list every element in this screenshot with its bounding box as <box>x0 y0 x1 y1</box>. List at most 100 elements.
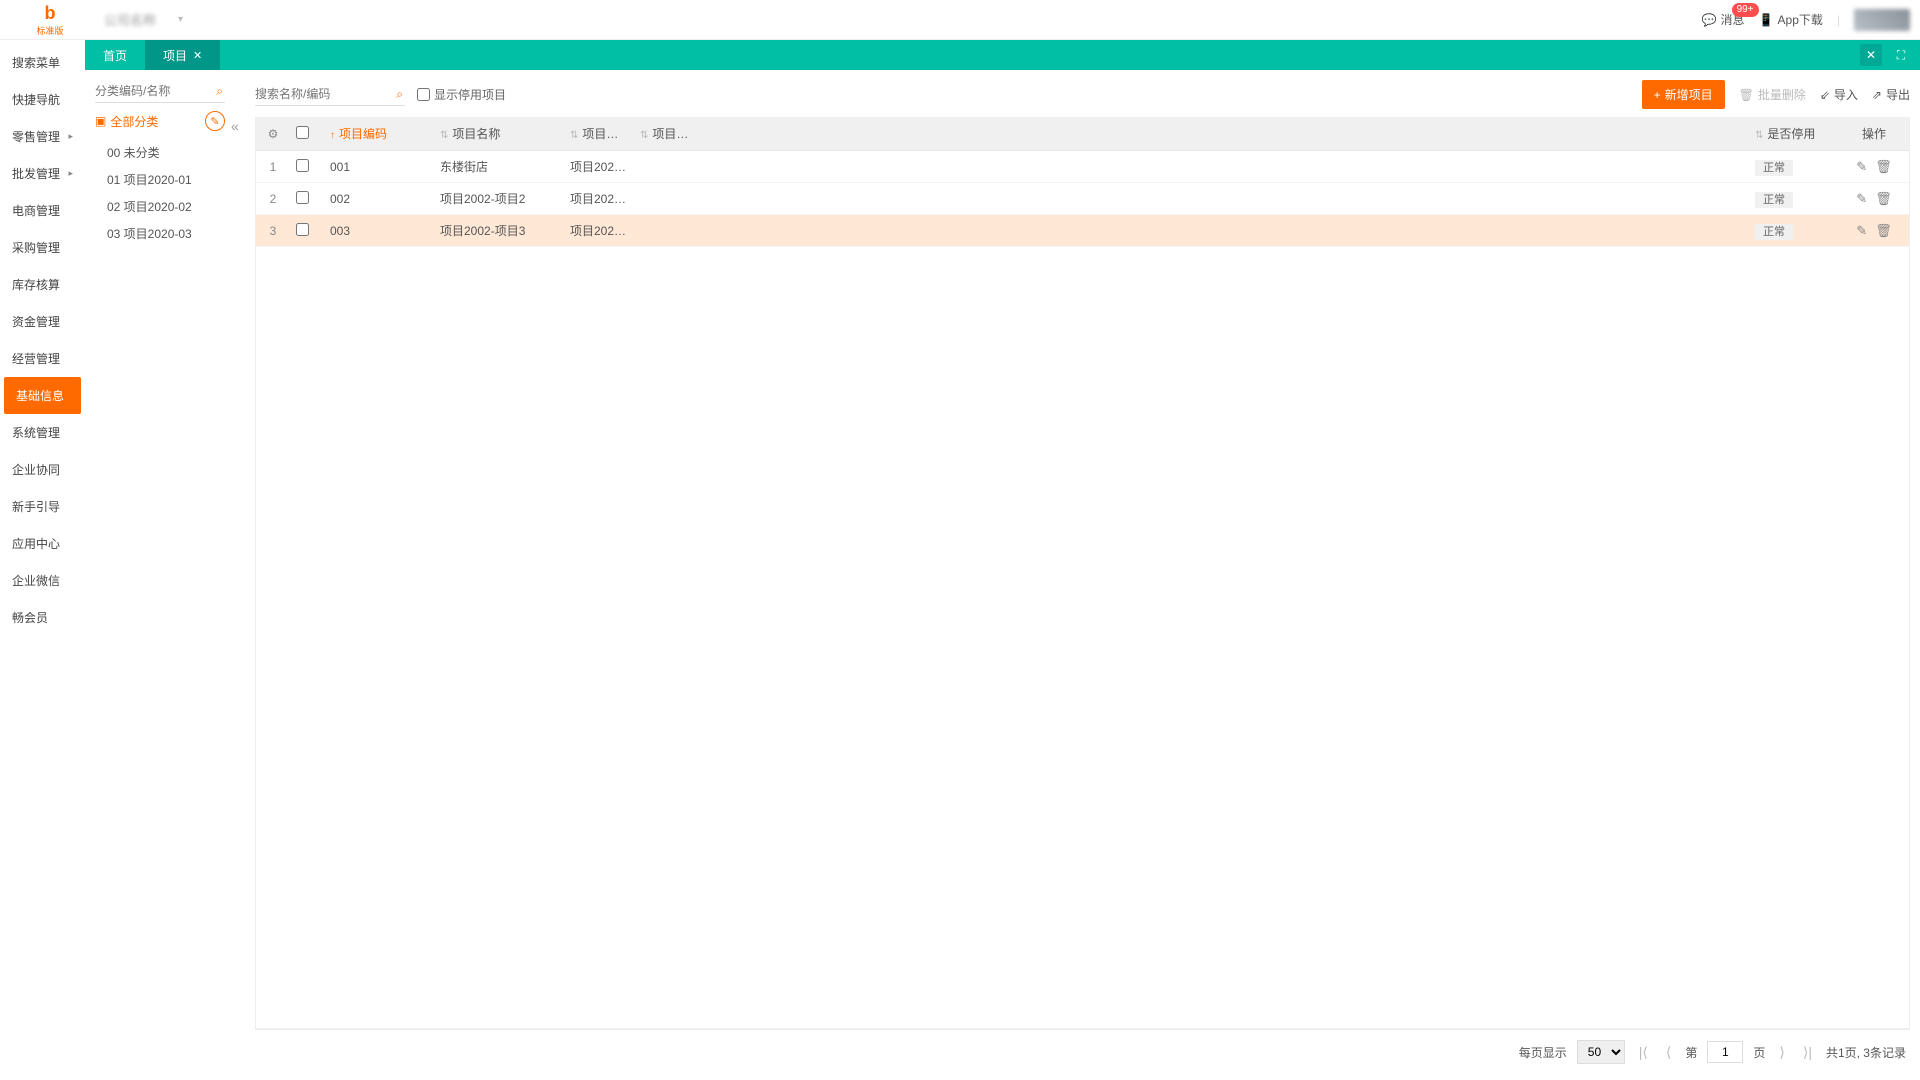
row-select[interactable] <box>290 215 324 247</box>
column-select-all[interactable] <box>290 117 324 151</box>
next-page-button[interactable]: ⟩ <box>1775 1044 1788 1061</box>
table-search-input[interactable] <box>255 83 405 106</box>
export-button[interactable]: ⇗ 导出 <box>1872 86 1910 103</box>
cell-4 <box>634 215 704 247</box>
cell-4 <box>634 183 704 215</box>
show-disabled-checkbox[interactable]: 显示停用项目 <box>417 86 506 103</box>
show-disabled-label: 显示停用项目 <box>434 86 506 103</box>
sidebar-item[interactable]: 基础信息 <box>4 377 81 414</box>
select-all-checkbox[interactable] <box>296 126 309 139</box>
edit-icon[interactable]: ✎ <box>1856 191 1867 206</box>
toolbar-right: + 新增项目 🗑 批量删除 ⇙ 导入 ⇗ 导出 <box>1642 80 1910 109</box>
collapse-tree-button[interactable]: « <box>231 118 245 132</box>
tree-edit-button[interactable]: ✎ <box>205 111 225 131</box>
show-disabled-input[interactable] <box>417 88 430 101</box>
delete-icon[interactable]: 🗑 <box>1875 159 1892 174</box>
sidebar-item[interactable]: 资金管理 <box>0 303 85 340</box>
row-checkbox[interactable] <box>296 191 309 204</box>
sidebar-item-label: 快捷导航 <box>12 91 60 108</box>
tab-home-label: 首页 <box>103 47 127 64</box>
sidebar-item-label: 零售管理 <box>12 128 60 145</box>
sidebar-item-label: 系统管理 <box>12 424 60 441</box>
column-code[interactable]: 项目编码 <box>324 117 434 151</box>
cell-4 <box>634 151 704 183</box>
row-select[interactable] <box>290 151 324 183</box>
sidebar-item[interactable]: 电商管理 <box>0 192 85 229</box>
tree-item[interactable]: 03 项目2020-03 <box>95 220 225 247</box>
sidebar-item[interactable]: 经营管理 <box>0 340 85 377</box>
table-wrap: ⚙ 项目编码 项目名称 项目… 项目… 是否停用 操作 10 <box>255 117 1910 1029</box>
chevron-down-icon[interactable]: ▾ <box>178 14 183 25</box>
row-checkbox[interactable] <box>296 223 309 236</box>
row-select[interactable] <box>290 183 324 215</box>
edit-icon[interactable]: ✎ <box>1856 223 1867 238</box>
divider: | <box>1837 13 1840 27</box>
sidebar-item[interactable]: 畅会员 <box>0 599 85 636</box>
tree-item[interactable]: 02 项目2020-02 <box>95 193 225 220</box>
table-row[interactable]: 3003项目2002-项目3项目202…正常✎🗑 <box>256 215 1909 247</box>
app-download-button[interactable]: 📱 App下载 <box>1759 11 1823 28</box>
sidebar-item[interactable]: 新手引导 <box>0 488 85 525</box>
prev-page-button[interactable]: ⟨ <box>1662 1044 1675 1061</box>
sidebar-item[interactable]: 企业协同 <box>0 451 85 488</box>
per-page-select[interactable]: 50 <box>1577 1040 1625 1064</box>
column-name[interactable]: 项目名称 <box>434 117 564 151</box>
edit-icon[interactable]: ✎ <box>1856 159 1867 174</box>
sidebar-item-label: 库存核算 <box>12 276 60 293</box>
messages-badge: 99+ <box>1732 3 1759 17</box>
column-settings[interactable]: ⚙ <box>256 117 290 151</box>
sidebar-item[interactable]: 系统管理 <box>0 414 85 451</box>
sidebar-item[interactable]: 企业微信 <box>0 562 85 599</box>
org-name[interactable]: 公司名称 <box>98 10 162 29</box>
table-row[interactable]: 1001东楼街店项目202…正常✎🗑 <box>256 151 1909 183</box>
cell-3: 项目202… <box>564 151 634 183</box>
sidebar-item[interactable]: 零售管理▸ <box>0 118 85 155</box>
column-status[interactable]: 是否停用 <box>1749 117 1839 151</box>
import-icon: ⇙ <box>1820 88 1830 102</box>
sidebar-item[interactable]: 应用中心 <box>0 525 85 562</box>
column-3[interactable]: 项目… <box>564 117 634 151</box>
row-number: 1 <box>256 151 290 183</box>
tree-item[interactable]: 00 未分类 <box>95 139 225 166</box>
page-input[interactable] <box>1707 1041 1743 1063</box>
search-icon[interactable]: ⌕ <box>216 84 223 99</box>
sidebar-item[interactable]: 采购管理 <box>0 229 85 266</box>
sidebar-item[interactable]: 批发管理▸ <box>0 155 85 192</box>
row-checkbox[interactable] <box>296 159 309 172</box>
sidebar-item-label: 电商管理 <box>12 202 60 219</box>
column-4[interactable]: 项目… <box>634 117 704 151</box>
tree-root-label: 全部分类 <box>110 113 158 130</box>
tree-search-input[interactable] <box>95 80 225 103</box>
sidebar-item-label: 基础信息 <box>16 387 64 404</box>
sidebar-item-label: 畅会员 <box>12 609 48 626</box>
tab-home[interactable]: 首页 <box>85 40 145 70</box>
import-button[interactable]: ⇙ 导入 <box>1820 86 1858 103</box>
tree-root-node[interactable]: ▣ 全部分类 <box>95 113 158 130</box>
last-page-button[interactable]: ⟩| <box>1799 1044 1816 1061</box>
close-icon[interactable]: ✕ <box>193 49 202 62</box>
first-page-button[interactable]: |⟨ <box>1635 1044 1652 1061</box>
close-all-tabs-button[interactable]: ✕ <box>1860 44 1882 66</box>
table-row[interactable]: 2002项目2002-项目2项目202…正常✎🗑 <box>256 183 1909 215</box>
messages-button[interactable]: 💬 消息 99+ <box>1702 11 1745 28</box>
user-avatar[interactable] <box>1854 9 1910 31</box>
tree-item[interactable]: 01 项目2020-01 <box>95 166 225 193</box>
message-icon: 💬 <box>1702 13 1717 27</box>
sidebar-item[interactable]: 库存核算 <box>0 266 85 303</box>
fullscreen-button[interactable]: ⛶ <box>1890 44 1912 66</box>
sidebar-item[interactable]: 快捷导航 <box>0 81 85 118</box>
sidebar-item[interactable]: 搜索菜单 <box>0 44 85 81</box>
column-spacer <box>704 117 1749 151</box>
batch-delete-button[interactable]: 🗑 批量删除 <box>1739 86 1806 103</box>
cell-spacer <box>704 183 1749 215</box>
cell-ops: ✎🗑 <box>1839 215 1909 247</box>
add-label: 新增项目 <box>1665 86 1713 103</box>
tab-bar: 首页 项目 ✕ ✕ ⛶ <box>85 40 1920 70</box>
cell-spacer <box>704 151 1749 183</box>
tab-project[interactable]: 项目 ✕ <box>145 40 220 70</box>
delete-icon[interactable]: 🗑 <box>1875 223 1892 238</box>
pager-summary: 共1页, 3条记录 <box>1826 1044 1906 1061</box>
search-icon[interactable]: ⌕ <box>396 87 403 102</box>
add-project-button[interactable]: + 新增项目 <box>1642 80 1725 109</box>
delete-icon[interactable]: 🗑 <box>1875 191 1892 206</box>
